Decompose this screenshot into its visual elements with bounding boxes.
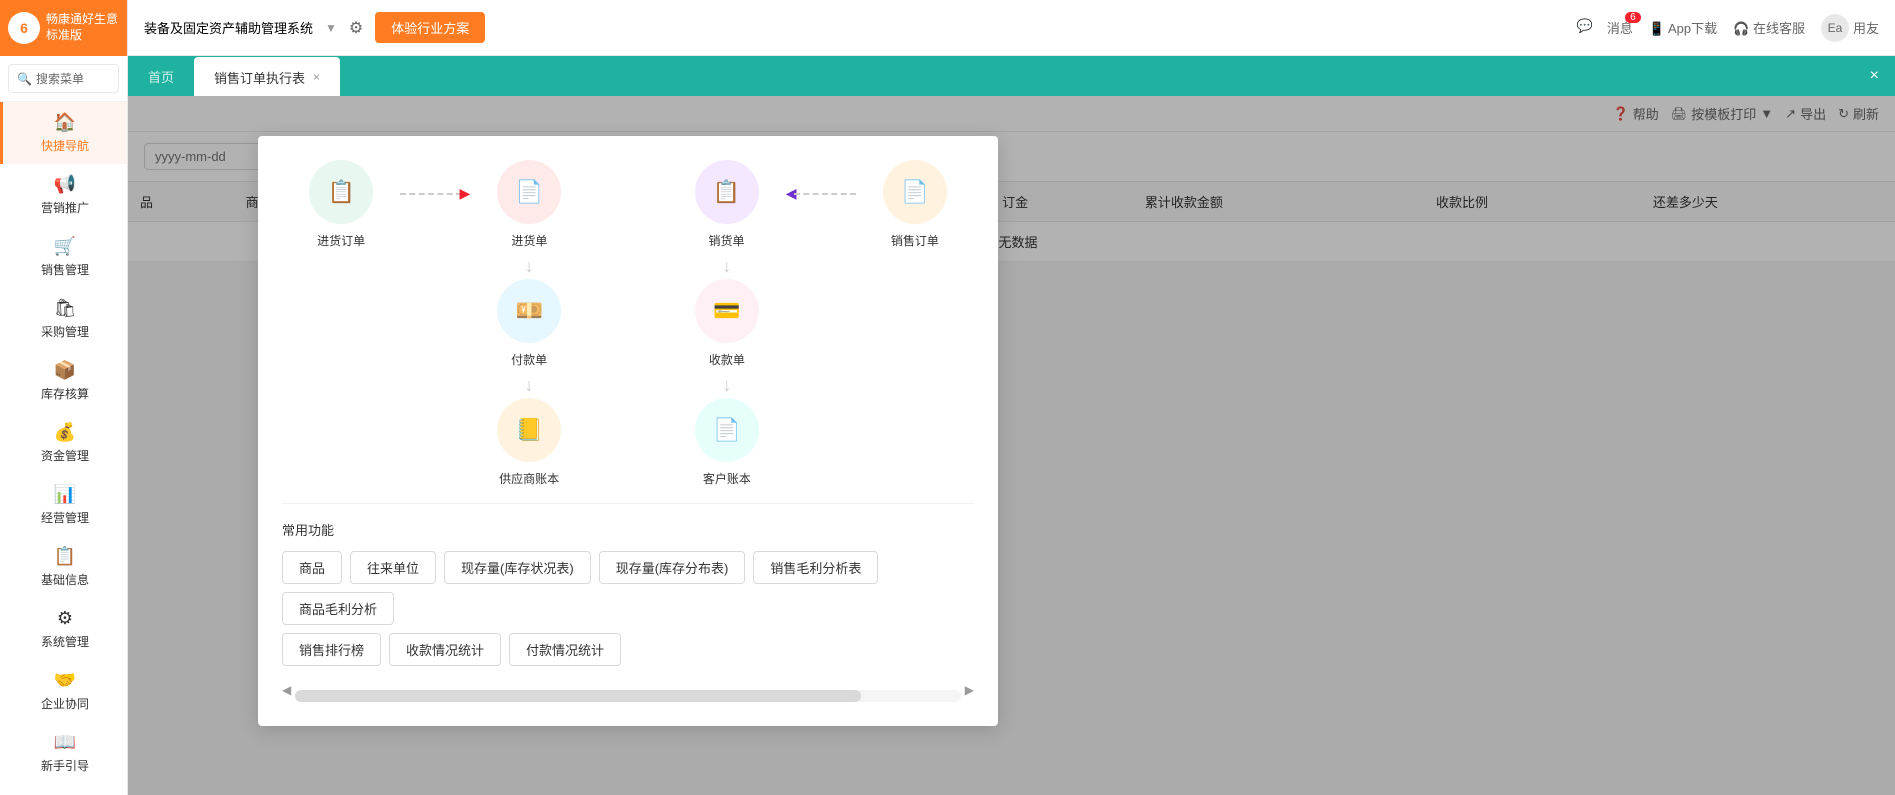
sidebar-search[interactable]: 🔍 搜索菜单 [0,56,127,102]
purchase-bill-icon: 📄 [497,160,561,224]
sidebar-item-purchase[interactable]: 🛍 采购管理 [0,288,127,350]
func-btn-goods-margin[interactable]: 商品毛利分析 [282,592,394,625]
logo: 6 畅康通好生意 标准版 [0,0,127,56]
avatar: Ea [1821,14,1849,42]
flow-node-sales-order[interactable]: 📄 销售订单 [856,160,974,249]
message-badge[interactable]: 💬 6 消息 [1577,18,1633,37]
tab-home[interactable]: 首页 [128,56,194,96]
operations-icon: 📊 [54,484,76,505]
headset-icon: 🎧 [1733,21,1749,36]
receipt-icon: 💳 [695,279,759,343]
phone-icon: 📱 [1649,21,1665,36]
sales-bill-icon: 📋 [695,160,759,224]
common-functions-section: 常用功能 商品 往来单位 现存量(库存状况表) 现存量(库存分布表) 销售毛利分… [282,503,974,666]
func-btn-sales-rank[interactable]: 销售排行榜 [282,633,381,666]
experience-btn[interactable]: 体验行业方案 [375,12,485,43]
content-area: ❓ 帮助 🖨 按模板打印 ▼ ↗ 导出 ↻ 刷新 [128,96,1895,795]
flow-node-purchase-bill[interactable]: 📄 进货单 [470,160,588,249]
flow-node-customer-ledger[interactable]: 📄 客户账本 [668,398,787,487]
func-buttons-row1: 商品 往来单位 现存量(库存状况表) 现存量(库存分布表) 销售毛利分析表 商品… [282,551,974,625]
online-service[interactable]: 🎧 在线客服 [1733,18,1805,37]
flow-node-purchase-order[interactable]: 📋 进货订单 [282,160,400,249]
message-icon: 💬 [1577,18,1593,37]
scroll-right-icon[interactable]: ▶ [965,683,974,697]
customer-ledger-icon: 📄 [695,398,759,462]
search-icon: 🔍 [17,72,32,86]
supplier-ledger-icon: 📒 [497,398,561,462]
system-title: 装备及固定资产辅助管理系统 [144,18,313,37]
func-btn-payment-stat[interactable]: 付款情况统计 [509,633,621,666]
search-menu-btn[interactable]: 🔍 搜索菜单 [8,64,119,93]
func-btn-goods[interactable]: 商品 [282,551,342,584]
inventory-icon: 📦 [54,360,76,381]
home-icon: 🏠 [54,112,76,133]
func-btn-sales-margin[interactable]: 销售毛利分析表 [753,551,878,584]
sidebar-item-inventory[interactable]: 📦 库存核算 [0,350,127,412]
dropdown-arrow-icon[interactable]: ▼ [325,21,337,35]
flow-node-receipt[interactable]: 💳 收款单 [668,279,787,368]
marketing-icon: 📢 [54,174,76,195]
popup-dialog: 📋 进货订单 ▶ 📄 [258,136,998,726]
common-title: 常用功能 [282,520,974,539]
scroll-left-icon[interactable]: ◀ [282,683,291,697]
sidebar-item-sales[interactable]: 🛒 销售管理 [0,226,127,288]
popup-scrollbar[interactable] [295,690,961,702]
logo-text: 畅康通好生意 标准版 [46,12,118,43]
func-btn-stock-dist[interactable]: 现存量(库存分布表) [599,551,746,584]
sidebar-item-finance[interactable]: 💰 资金管理 [0,412,127,474]
sidebar-item-operations[interactable]: 📊 经营管理 [0,474,127,536]
topbar: 装备及固定资产辅助管理系统 ▼ ⚙ 体验行业方案 💬 6 消息 📱 App下载 … [128,0,1895,56]
tabbar: 首页 销售订单执行表 × × [128,56,1895,96]
enterprise-icon: 🤝 [54,670,76,691]
sidebar-item-system[interactable]: ⚙ 系统管理 [0,598,127,660]
flow-node-sales-bill[interactable]: 📋 销货单 [667,160,785,249]
sidebar-item-quick-nav[interactable]: 🏠 快捷导航 [0,102,127,164]
finance-icon: 💰 [54,422,76,443]
logo-icon: 6 [8,12,40,44]
sidebar-item-enterprise[interactable]: 🤝 企业协同 [0,660,127,722]
purchase-icon: 🛍 [54,298,77,319]
tab-close-icon[interactable]: × [313,70,320,84]
sidebar: 6 畅康通好生意 标准版 🔍 搜索菜单 🏠 快捷导航 📢 营销推广 🛒 [0,0,128,795]
func-btn-partners[interactable]: 往来单位 [350,551,436,584]
system-icon: ⚙ [57,608,73,629]
sidebar-item-basic-info[interactable]: 📋 基础信息 [0,536,127,598]
username-label: 用友 [1853,18,1879,37]
func-buttons-row2: 销售排行榜 收款情况统计 付款情况统计 [282,633,974,666]
user-menu[interactable]: Ea 用友 [1821,14,1879,42]
sales-icon: 🛒 [54,236,76,257]
window-close-icon[interactable]: × [1854,67,1895,85]
sidebar-item-marketing[interactable]: 📢 营销推广 [0,164,127,226]
func-btn-receipt-stat[interactable]: 收款情况统计 [389,633,501,666]
purchase-order-icon: 📋 [309,160,373,224]
flow-node-supplier-ledger[interactable]: 📒 供应商账本 [470,398,589,487]
payment-icon: 💴 [497,279,561,343]
main-area: 装备及固定资产辅助管理系统 ▼ ⚙ 体验行业方案 💬 6 消息 📱 App下载 … [128,0,1895,795]
tab-sales-order[interactable]: 销售订单执行表 × [194,57,340,97]
settings-icon[interactable]: ⚙ [349,18,363,38]
scrollbar-thumb [295,690,861,702]
sidebar-nav: 🏠 快捷导航 📢 营销推广 🛒 销售管理 🛍 采购管理 📦 库存核算 💰 [0,102,127,795]
func-btn-stock-status[interactable]: 现存量(库存状况表) [444,551,591,584]
message-count: 6 [1625,12,1641,23]
sidebar-item-guide[interactable]: 📖 新手引导 [0,722,127,784]
flow-node-payment[interactable]: 💴 付款单 [470,279,589,368]
sales-order-icon: 📄 [883,160,947,224]
guide-icon: 📖 [54,732,76,753]
popup-scrollbar-container: ◀ ▶ [282,678,974,702]
app-download[interactable]: 📱 App下载 [1649,18,1717,37]
basic-info-icon: 📋 [54,546,76,567]
topbar-right: 💬 6 消息 📱 App下载 🎧 在线客服 Ea 用友 [1577,14,1879,42]
